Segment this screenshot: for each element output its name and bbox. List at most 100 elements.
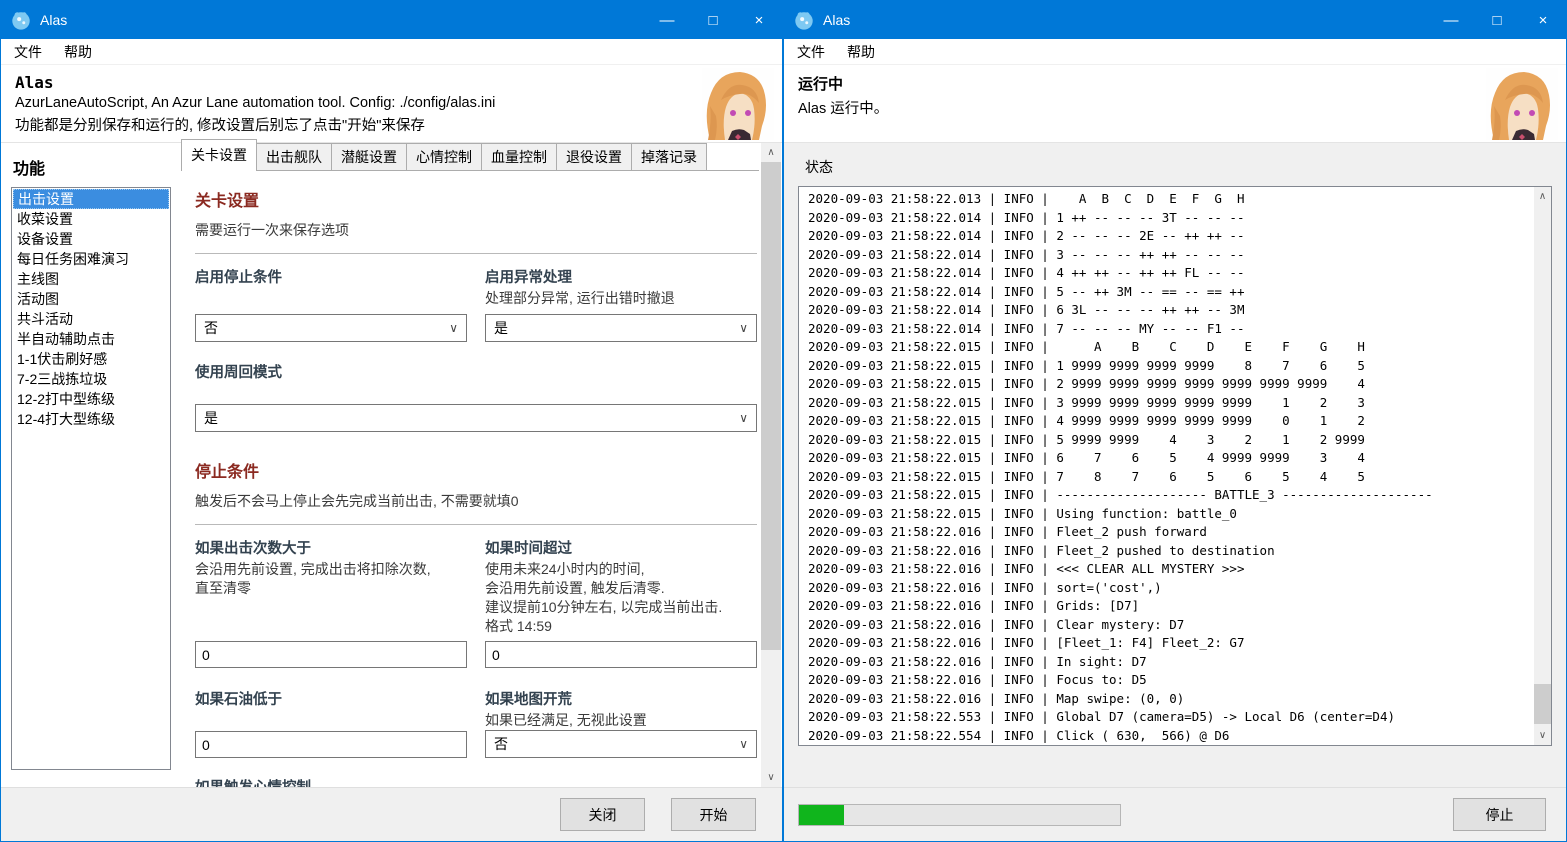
scroll-down-icon[interactable]: ∨ xyxy=(761,768,781,787)
loop-mode-select[interactable]: 是 ∨ xyxy=(195,404,757,432)
chevron-down-icon: ∨ xyxy=(449,321,458,335)
list-item[interactable]: 12-4打大型练级 xyxy=(13,409,169,429)
section-title: 停止条件 xyxy=(195,464,260,481)
list-item[interactable]: 主线图 xyxy=(13,269,169,289)
field-exception: 启用异常处理 处理部分异常, 运行出错时撤退 是 ∨ xyxy=(485,266,757,342)
field-label: 如果出击次数大于 xyxy=(195,541,311,557)
menu-item[interactable]: 文件 xyxy=(788,39,834,65)
field-label: 如果地图开荒 xyxy=(485,692,572,708)
app-header: Alas AzurLaneAutoScript, An Azur Lane au… xyxy=(1,65,782,143)
log-line: 2020-09-03 21:58:22.015 | INFO | 3 9999 … xyxy=(808,394,1365,410)
scroll-thumb[interactable] xyxy=(761,162,781,650)
field-time-limit: 如果时间超过 使用未来24小时内的时间, 会沿用先前设置, 触发后清零. 建议提… xyxy=(485,537,757,668)
progress-fill xyxy=(799,804,844,825)
list-item[interactable]: 活动图 xyxy=(13,289,169,309)
scroll-up-icon[interactable]: ∧ xyxy=(761,143,781,162)
time-limit-input[interactable] xyxy=(485,641,757,668)
close-button[interactable]: × xyxy=(736,1,782,39)
tab[interactable]: 掉落记录 xyxy=(631,143,707,171)
list-item[interactable]: 共斗活动 xyxy=(13,309,169,329)
titlebar[interactable]: Alas — □ × xyxy=(1,1,782,39)
list-item[interactable]: 7-2三战拣垃圾 xyxy=(13,369,169,389)
field-label: 启用停止条件 xyxy=(195,270,282,286)
settings-panel: 关卡设置 出击舰队 潜艇设置 心情控制 血量控制 退役设置 掉落记录 关卡设置 需要运行一次… xyxy=(181,139,759,787)
scroll-track[interactable] xyxy=(761,162,781,768)
divider xyxy=(195,253,757,254)
start-button[interactable]: 开始 xyxy=(671,798,756,831)
app-title: Alas xyxy=(15,73,54,92)
log-line: 2020-09-03 21:58:22.014 | INFO | 2 -- --… xyxy=(808,228,1245,243)
map-clear-select[interactable]: 否 ∨ xyxy=(485,730,757,758)
menu-item[interactable]: 文件 xyxy=(5,39,51,65)
close-button[interactable]: × xyxy=(1520,1,1566,39)
log-line: 2020-09-03 21:58:22.016 | INFO | Clear m… xyxy=(808,616,1185,632)
list-item[interactable]: 出击设置 xyxy=(13,189,169,209)
tab[interactable]: 退役设置 xyxy=(556,143,632,171)
sidebar-heading: 功能 xyxy=(13,161,46,178)
tab[interactable]: 潜艇设置 xyxy=(331,143,407,171)
field-oil: 如果石油低于 xyxy=(195,688,467,758)
log-line: 2020-09-03 21:58:22.015 | INFO | 4 9999 … xyxy=(808,413,1365,428)
tab[interactable]: 血量控制 xyxy=(481,143,557,171)
tab[interactable]: 出击舰队 xyxy=(256,143,332,171)
sortie-count-input[interactable] xyxy=(195,641,467,668)
log-lines: 2020-09-03 21:58:22.013 | INFO | A B C D… xyxy=(799,187,1534,745)
scroll-down-icon[interactable]: ∨ xyxy=(1534,726,1551,745)
select-value: 是 xyxy=(204,410,218,426)
tab-content: 关卡设置 需要运行一次来保存选项 启用停止条件 否 ∨ 启用异常处理 处理部分异… xyxy=(181,171,759,787)
field-desc: 如果已经满足, 无视此设置 xyxy=(485,712,647,728)
list-item[interactable]: 收菜设置 xyxy=(13,209,169,229)
progress-bar xyxy=(798,803,1121,826)
app-hint: 功能都是分别保存和运行的, 修改设置后别忘了点击"开始"来保存 xyxy=(15,118,425,134)
tab[interactable]: 心情控制 xyxy=(406,143,482,171)
function-listbox: 出击设置 收菜设置 设备设置 每日任务困难演习 主线图 活动图 共斗活动 半自动辅助点击 1-1… xyxy=(11,187,171,770)
log-line: 2020-09-03 21:58:22.015 | INFO | -------… xyxy=(808,487,1433,502)
close-config-button[interactable]: 关闭 xyxy=(560,798,645,831)
section-subtitle: 需要运行一次来保存选项 xyxy=(195,222,349,238)
minimize-button[interactable]: — xyxy=(644,1,690,39)
scroll-up-icon[interactable]: ∧ xyxy=(1534,187,1551,206)
exception-select[interactable]: 是 ∨ xyxy=(485,314,757,342)
minimize-button[interactable]: — xyxy=(1428,1,1474,39)
oil-input[interactable] xyxy=(195,731,467,758)
log-line: 2020-09-03 21:58:22.553 | INFO | Global … xyxy=(808,709,1395,724)
alas-logo-icon xyxy=(12,12,30,30)
stop-button[interactable]: 停止 xyxy=(1453,798,1546,831)
list-item[interactable]: 1-1伏击刷好感 xyxy=(13,349,169,369)
menu-item[interactable]: 帮助 xyxy=(55,39,101,65)
window-title: Alas xyxy=(823,12,851,28)
divider xyxy=(195,524,757,525)
scroll-thumb[interactable] xyxy=(1534,684,1551,724)
menu-item[interactable]: 帮助 xyxy=(838,39,884,65)
field-map-clear: 如果地图开荒 如果已经满足, 无视此设置 否 ∨ xyxy=(485,688,757,758)
app-header: 运行中 Alas 运行中。 xyxy=(784,65,1566,143)
config-footer: 关闭 开始 xyxy=(1,787,782,841)
panel-scrollbar[interactable]: ∧ ∨ xyxy=(761,143,781,787)
log-scrollbar[interactable]: ∧ ∨ xyxy=(1534,187,1551,745)
titlebar[interactable]: Alas — □ × xyxy=(784,1,1566,39)
scroll-track[interactable] xyxy=(1534,206,1551,726)
list-item[interactable]: 设备设置 xyxy=(13,229,169,249)
field-emotion: 如果触发心情控制 若是, 等待回复, 完成本次, 停止 xyxy=(195,776,757,787)
stop-enable-select[interactable]: 否 ∨ xyxy=(195,314,467,342)
log-line: 2020-09-03 21:58:22.554 | INFO | Click (… xyxy=(808,727,1230,743)
tab[interactable]: 关卡设置 xyxy=(181,139,257,171)
field-label: 如果石油低于 xyxy=(195,692,282,708)
field-desc: 使用未来24小时内的时间, 会沿用先前设置, 触发后清零. 建议提前10分钟左右… xyxy=(485,561,723,634)
maximize-button[interactable]: □ xyxy=(690,1,736,39)
run-status-line: Alas 运行中。 xyxy=(798,101,889,117)
list-item[interactable]: 每日任务困难演习 xyxy=(13,249,169,269)
list-item[interactable]: 半自动辅助点击 xyxy=(13,329,169,349)
select-value: 否 xyxy=(204,320,218,336)
status-label: 状态 xyxy=(805,159,833,175)
list-item[interactable]: 12-2打中型练级 xyxy=(13,389,169,409)
log-line: 2020-09-03 21:58:22.016 | INFO | Grids: … xyxy=(808,598,1140,613)
tab-bar: 关卡设置 出击舰队 潜艇设置 心情控制 血量控制 退役设置 掉落记录 xyxy=(181,139,759,171)
avatar xyxy=(1486,68,1558,140)
maximize-button[interactable]: □ xyxy=(1474,1,1520,39)
log-line: 2020-09-03 21:58:22.016 | INFO | [Fleet_… xyxy=(808,635,1245,650)
log-line: 2020-09-03 21:58:22.013 | INFO | A B C D… xyxy=(808,191,1245,206)
desktop: Alas — □ × 文件 帮助 Alas AzurLaneAutoScript,… xyxy=(0,0,1567,842)
sidebar: 功能 出击设置 收菜设置 设备设置 每日任务困难演习 主线图 活动图 共斗活动 半自动辅助点击… xyxy=(1,143,171,787)
field-label: 使用周回模式 xyxy=(195,365,282,381)
